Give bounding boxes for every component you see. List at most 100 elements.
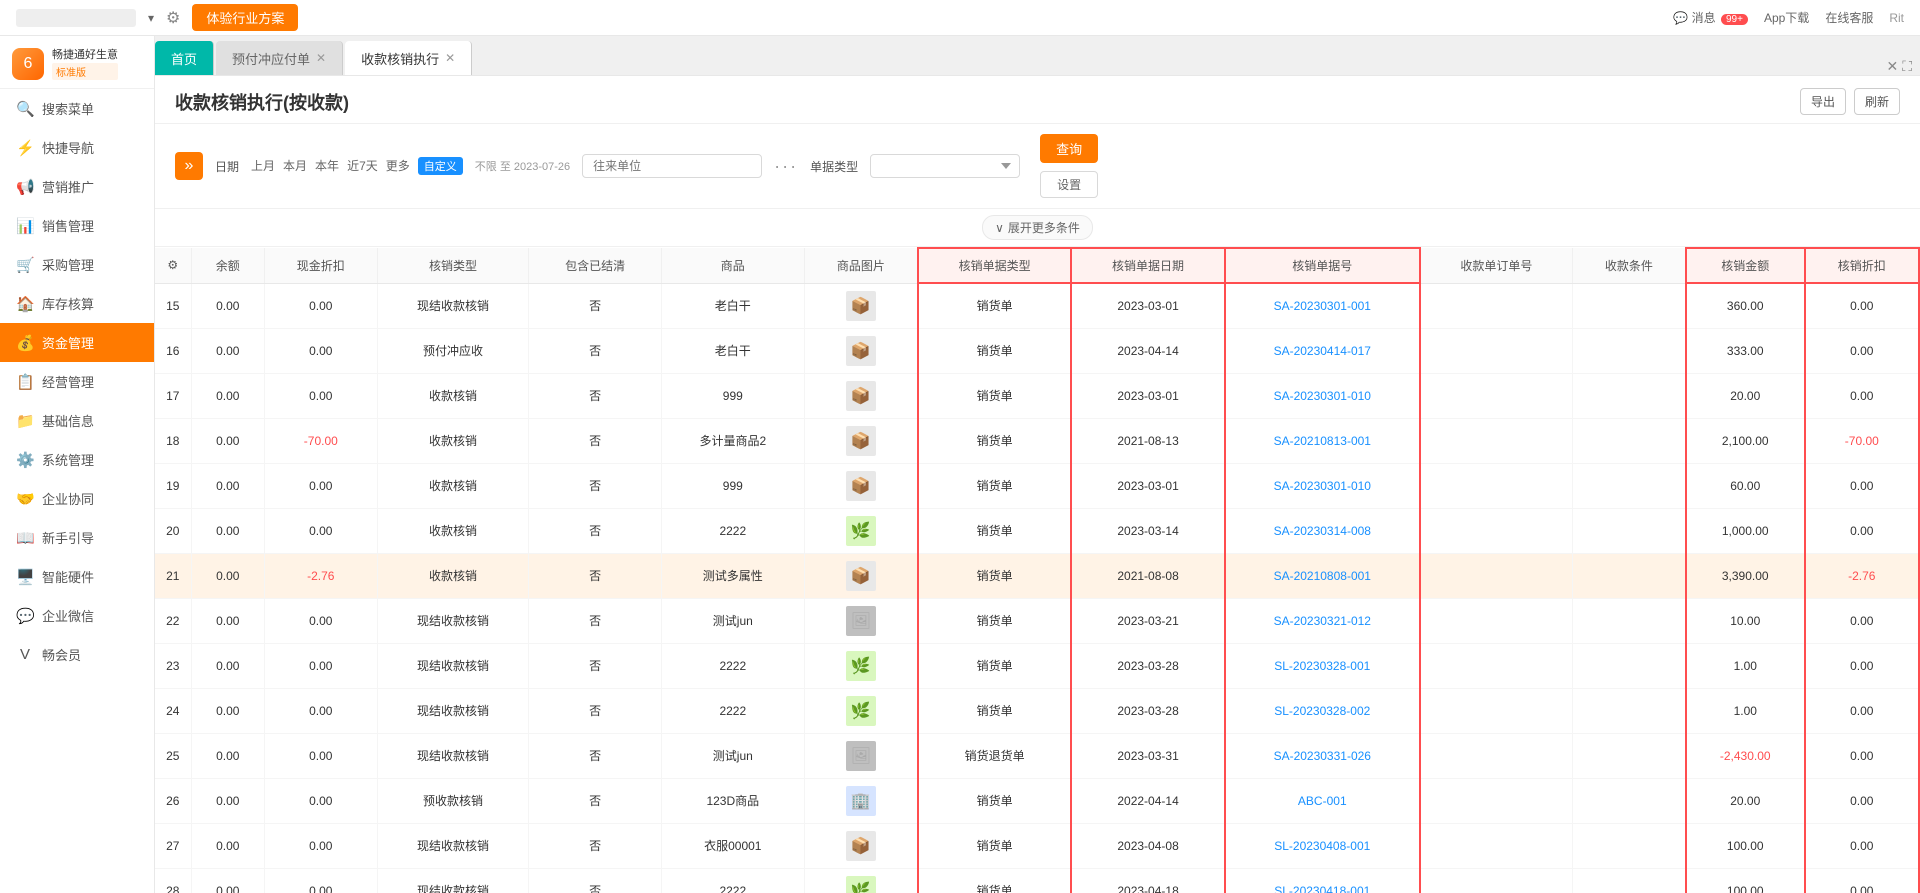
tab-prepay[interactable]: 预付冲应付单 ✕ <box>216 41 343 75</box>
sidebar-item-member[interactable]: V 畅会员 <box>0 635 154 674</box>
sidebar-item-wechat[interactable]: 💬 企业微信 <box>0 596 154 635</box>
cell-bill-no[interactable]: SA-20210808-001 <box>1225 553 1420 598</box>
settings-gear-icon[interactable]: ⚙ <box>166 8 180 28</box>
content-area: 首页 预付冲应付单 ✕ 收款核销执行 ✕ ✕ ⛶ 收款核销执行(按收款) <box>155 36 1920 893</box>
query-button[interactable]: 查询 <box>1040 134 1098 163</box>
cell-bill-no[interactable]: SA-20230314-008 <box>1225 508 1420 553</box>
cell-img: 📦 <box>804 373 917 418</box>
sidebar-item-marketing[interactable]: 📢 营销推广 <box>0 167 154 206</box>
cell-img: 📦 <box>804 328 917 373</box>
cell-bill-no[interactable]: SL-20230328-002 <box>1225 688 1420 733</box>
cell-product: 多计量商品2 <box>661 418 804 463</box>
sidebar-item-inventory[interactable]: 🏠 库存核算 <box>0 284 154 323</box>
counterparty-input[interactable] <box>582 154 762 178</box>
cell-bill-no[interactable]: SA-20230301-001 <box>1225 283 1420 328</box>
cell-type: 现结收款核销 <box>377 733 529 778</box>
tab-close-all-icon[interactable]: ✕ <box>1886 58 1898 75</box>
cell-bill-no[interactable]: SA-20230321-012 <box>1225 598 1420 643</box>
message-icon-wrapper[interactable]: 💬 消息 99+ <box>1673 9 1748 26</box>
cell-bill-type: 销货单 <box>918 328 1071 373</box>
top-bar-right: 💬 消息 99+ App下载 在线客服 Rit <box>1673 9 1904 26</box>
cell-num: 26 <box>155 778 191 823</box>
table-row: 22 0.00 0.00 现结收款核销 否 测试jun 🖼 销货单 2023-0… <box>155 598 1919 643</box>
sidebar-item-hardware[interactable]: 🖥️ 智能硬件 <box>0 557 154 596</box>
online-service-link[interactable]: 在线客服 <box>1825 9 1873 26</box>
th-settled: 包含已结清 <box>529 248 661 283</box>
sidebar-item-finance[interactable]: 💰 资金管理 <box>0 323 154 362</box>
tab-writeoff[interactable]: 收款核销执行 ✕ <box>345 41 472 75</box>
cell-bill-no[interactable]: SA-20230301-010 <box>1225 463 1420 508</box>
cell-bill-no[interactable]: SL-20230408-001 <box>1225 823 1420 868</box>
message-badge: 99+ <box>1721 14 1748 25</box>
cell-discount: 0.00 <box>264 868 377 893</box>
tab-prepay-close-icon[interactable]: ✕ <box>316 51 326 65</box>
cell-bill-no[interactable]: SA-20230301-010 <box>1225 373 1420 418</box>
cell-balance: 0.00 <box>191 553 264 598</box>
refresh-button[interactable]: 刷新 <box>1854 88 1900 115</box>
cell-condition <box>1572 553 1685 598</box>
cell-bill-no[interactable]: ABC-001 <box>1225 778 1420 823</box>
cell-num: 23 <box>155 643 191 688</box>
filter-date-custom[interactable]: 自定义 <box>418 157 463 175</box>
sidebar-item-operations[interactable]: 📋 经营管理 <box>0 362 154 401</box>
dropdown-trigger[interactable]: ▾ <box>148 11 154 25</box>
cell-bill-type: 销货单 <box>918 463 1071 508</box>
cell-num: 20 <box>155 508 191 553</box>
cell-bill-no[interactable]: SL-20230418-001 <box>1225 868 1420 893</box>
tab-writeoff-close-icon[interactable]: ✕ <box>445 51 455 65</box>
cell-type: 现结收款核销 <box>377 598 529 643</box>
cell-balance: 0.00 <box>191 598 264 643</box>
cell-num: 24 <box>155 688 191 733</box>
sidebar-item-search[interactable]: 🔍 搜索菜单 <box>0 89 154 128</box>
filter-date-7days[interactable]: 近7天 <box>347 157 378 175</box>
th-settings[interactable]: ⚙ <box>155 248 191 283</box>
top-bar: ▾ ⚙ 体验行业方案 💬 消息 99+ App下载 在线客服 Rit <box>0 0 1920 36</box>
cell-type: 现结收款核销 <box>377 283 529 328</box>
sidebar-item-quick-nav[interactable]: ⚡ 快捷导航 <box>0 128 154 167</box>
setting-button[interactable]: 设置 <box>1040 171 1098 198</box>
tab-maximize-icon[interactable]: ⛶ <box>1902 58 1912 75</box>
cell-bill-no[interactable]: SA-20210813-001 <box>1225 418 1420 463</box>
enterprise-icon: 🤝 <box>16 490 34 508</box>
inventory-icon: 🏠 <box>16 295 34 313</box>
expand-more-btn[interactable]: ∨ 展开更多条件 <box>982 215 1093 240</box>
sidebar-item-basics[interactable]: 📁 基础信息 <box>0 401 154 440</box>
cell-amount: 100.00 <box>1686 823 1805 868</box>
cell-bill-date: 2021-08-08 <box>1071 553 1224 598</box>
sidebar-item-system[interactable]: ⚙️ 系统管理 <box>0 440 154 479</box>
message-label: 消息 <box>1692 11 1716 25</box>
tab-home[interactable]: 首页 <box>155 41 214 75</box>
main-table: ⚙ 余额 现金折扣 核销类型 包含已结清 商品 商品图片 核销单据类型 核销单据… <box>155 247 1920 893</box>
trial-btn[interactable]: 体验行业方案 <box>192 4 298 31</box>
wechat-icon: 💬 <box>16 607 34 625</box>
cell-bill-no[interactable]: SA-20230414-017 <box>1225 328 1420 373</box>
cell-amount: 3,390.00 <box>1686 553 1805 598</box>
cell-amount: 20.00 <box>1686 373 1805 418</box>
app-download-link[interactable]: App下载 <box>1764 9 1809 26</box>
filter-date-last-month[interactable]: 上月 <box>251 157 275 175</box>
cell-discount: 0.00 <box>264 778 377 823</box>
cell-bill-no[interactable]: SA-20230331-026 <box>1225 733 1420 778</box>
cell-bill-no[interactable]: SL-20230328-001 <box>1225 643 1420 688</box>
sidebar-item-enterprise[interactable]: 🤝 企业协同 <box>0 479 154 518</box>
bill-type-select[interactable] <box>870 154 1020 178</box>
filter-date-this-month[interactable]: 本月 <box>283 157 307 175</box>
sidebar-item-purchase[interactable]: 🛒 采购管理 <box>0 245 154 284</box>
table-row: 20 0.00 0.00 收款核销 否 2222 🌿 销货单 2023-03-1… <box>155 508 1919 553</box>
filter-expand-btn[interactable]: » <box>175 152 203 180</box>
th-product: 商品 <box>661 248 804 283</box>
main-layout: 6 畅捷通好生意 标准版 🔍 搜索菜单 ⚡ 快捷导航 📢 营销推广 📊 销售管理… <box>0 36 1920 893</box>
filter-date-this-year[interactable]: 本年 <box>315 157 339 175</box>
th-cash-discount: 现金折扣 <box>264 248 377 283</box>
cell-num: 18 <box>155 418 191 463</box>
cell-img: 🌿 <box>804 643 917 688</box>
cell-discount: 0.00 <box>264 598 377 643</box>
export-button[interactable]: 导出 <box>1800 88 1846 115</box>
sidebar-item-sales[interactable]: 📊 销售管理 <box>0 206 154 245</box>
filter-date-more[interactable]: 更多 <box>386 157 410 175</box>
sidebar-item-label: 企业协同 <box>42 489 94 508</box>
cell-amount: 100.00 <box>1686 868 1805 893</box>
sidebar-item-guide[interactable]: 📖 新手引导 <box>0 518 154 557</box>
user-name[interactable]: Rit <box>1889 11 1904 25</box>
cell-order-no <box>1420 283 1573 328</box>
